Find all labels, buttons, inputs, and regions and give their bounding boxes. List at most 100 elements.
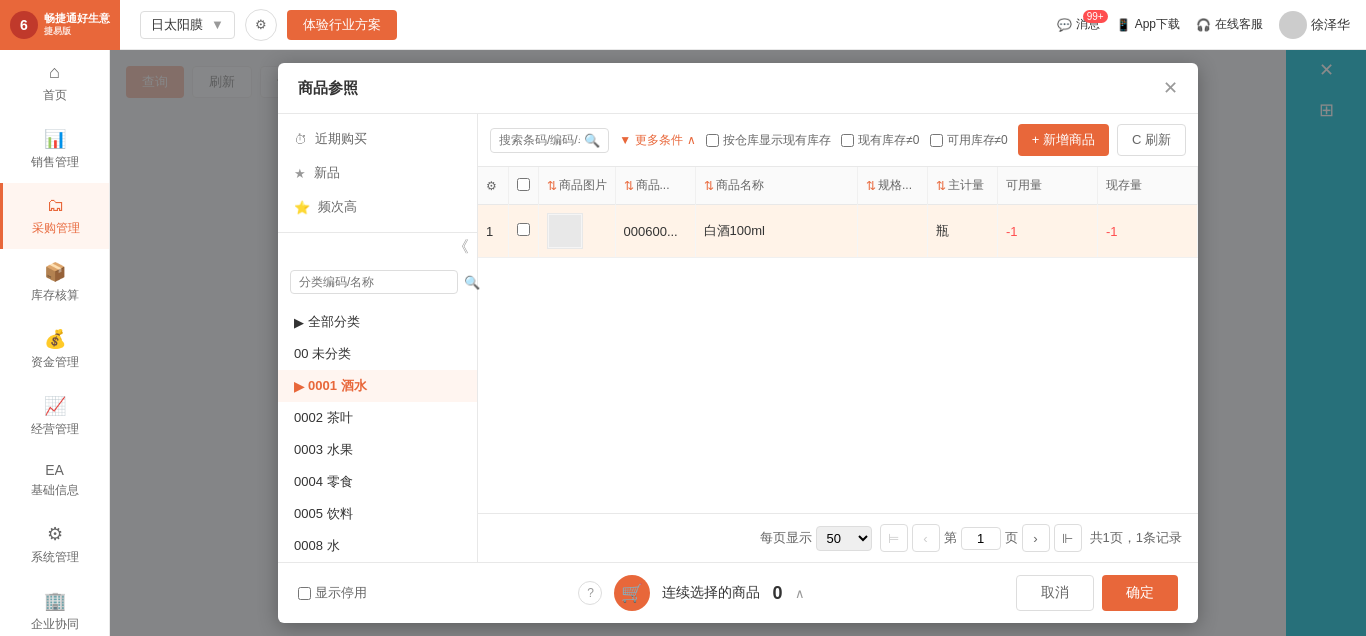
category-item-0005[interactable]: 0005 饮料: [278, 498, 477, 530]
modal-footer: 显示停用 ? 🛒 连续选择的商品 0 ∧ 取消 确定: [278, 562, 1198, 623]
page-navigation: ⊨ ‹ 第 页 › ⊩: [880, 524, 1082, 552]
prev-page-button[interactable]: ‹: [912, 524, 940, 552]
category-item-0001[interactable]: ▶ 0001 酒水: [278, 370, 477, 402]
modal-toolbar: 🔍 ▼ 更多条件 ∧ 按仓库显示现有库存: [478, 114, 1198, 167]
page-number-input[interactable]: [961, 527, 1001, 550]
app-download-button[interactable]: 📱 App下载: [1116, 16, 1180, 33]
online-service-button[interactable]: 🎧 在线客服: [1196, 16, 1263, 33]
help-icon[interactable]: ?: [578, 581, 602, 605]
stock-warehouse-checkbox[interactable]: [706, 134, 719, 147]
cancel-button[interactable]: 取消: [1016, 575, 1094, 611]
category-item-0002[interactable]: 0002 茶叶: [278, 402, 477, 434]
sidebar-item-label: 经营管理: [31, 421, 79, 438]
sort-icon: ⇅: [547, 179, 557, 193]
left-tab-new[interactable]: ★ 新品: [278, 156, 477, 190]
product-table-container: ⚙ ⇅ 商品图片: [478, 167, 1198, 513]
show-disabled-checkbox[interactable]: 显示停用: [298, 584, 367, 602]
sidebar: ⌂ 首页 📊 销售管理 🗂 采购管理 📦 库存核算 💰 资金管理 📈 经营管理 …: [0, 50, 110, 636]
settings-icon[interactable]: ⚙: [245, 9, 277, 41]
category-item-0003[interactable]: 0003 水果: [278, 434, 477, 466]
left-tab-frequent[interactable]: ⭐ 频次高: [278, 190, 477, 224]
checkbox-available-nonzero[interactable]: 现有库存≠0: [841, 132, 919, 149]
messages-button[interactable]: 💬 消息 99+: [1057, 16, 1100, 33]
footer-right: 取消 确定: [1016, 575, 1178, 611]
search-icon[interactable]: 🔍: [584, 133, 600, 148]
product-search-box: 🔍: [490, 128, 609, 153]
cell-stock: -1: [1098, 205, 1198, 258]
sidebar-item-basic[interactable]: EA 基础信息: [0, 450, 109, 511]
logo: 6 畅捷通好生意 捷易版: [0, 0, 120, 50]
sort-icon: ⇅: [866, 179, 876, 193]
category-search: 🔍: [278, 262, 477, 302]
sidebar-item-system[interactable]: ⚙ 系统管理: [0, 511, 109, 578]
category-search-input[interactable]: [290, 270, 458, 294]
col-settings[interactable]: ⚙: [478, 167, 508, 205]
add-product-button[interactable]: + 新增商品: [1018, 124, 1109, 156]
row-checkbox[interactable]: [517, 223, 530, 236]
username: 徐泽华: [1311, 16, 1350, 34]
pagination: 每页显示 50 100 200 ⊨ ‹ 第: [478, 513, 1198, 562]
col-unit: ⇅ 主计量: [928, 167, 998, 205]
main-content: 查询 刷新 设置 ✕ ⊞ 商品参照 ✕: [110, 50, 1366, 636]
refresh-button[interactable]: C 刷新: [1117, 124, 1186, 156]
sidebar-item-finance[interactable]: 💰 资金管理: [0, 316, 109, 383]
cell-spec: [858, 205, 928, 258]
mobile-icon: 📱: [1116, 18, 1131, 32]
frequent-icon: ⭐: [294, 200, 310, 215]
modal-close-button[interactable]: ✕: [1163, 77, 1178, 99]
checkbox-usable-nonzero[interactable]: 可用库存≠0: [930, 132, 1008, 149]
left-tab-recent[interactable]: ⏱ 近期购买: [278, 122, 477, 156]
home-icon: ⌂: [49, 62, 60, 83]
usable-nonzero-checkbox[interactable]: [930, 134, 943, 147]
col-image: ⇅ 商品图片: [538, 167, 615, 205]
disabled-checkbox[interactable]: [298, 587, 311, 600]
filter-icon: ▼: [619, 133, 631, 147]
category-item-all[interactable]: ▶ 全部分类: [278, 306, 477, 338]
sidebar-item-inventory[interactable]: 📦 库存核算: [0, 249, 109, 316]
checkbox-stock-warehouse[interactable]: 按仓库显示现有库存: [706, 132, 831, 149]
left-quick-tabs: ⏱ 近期购买 ★ 新品 ⭐ 频次高: [278, 114, 477, 233]
product-search-input[interactable]: [499, 133, 580, 147]
filter-button[interactable]: ▼ 更多条件 ∧: [619, 132, 696, 149]
trial-button[interactable]: 体验行业方案: [287, 10, 397, 40]
col-stock: 现存量: [1098, 167, 1198, 205]
confirm-button[interactable]: 确定: [1102, 575, 1178, 611]
collapse-left-button[interactable]: 《: [453, 237, 469, 258]
category-item-0008[interactable]: 0008 水: [278, 530, 477, 562]
page-size-selector: 每页显示 50 100 200: [760, 526, 872, 551]
cell-checkbox[interactable]: [508, 205, 538, 258]
first-page-button[interactable]: ⊨: [880, 524, 908, 552]
topbar-nav: 日太阳膜 ▼ ⚙ 体验行业方案: [120, 9, 1057, 41]
sidebar-item-enterprise[interactable]: 🏢 企业协同: [0, 578, 109, 636]
sidebar-item-label: 库存核算: [31, 287, 79, 304]
cart-button[interactable]: 🛒: [614, 575, 650, 611]
sidebar-item-sales[interactable]: 📊 销售管理: [0, 116, 109, 183]
sidebar-item-operations[interactable]: 📈 经营管理: [0, 383, 109, 450]
sidebar-item-purchase[interactable]: 🗂 采购管理: [0, 183, 109, 249]
cart-count: 0: [772, 583, 782, 604]
category-item-00[interactable]: 00 未分类: [278, 338, 477, 370]
avatar: [1279, 11, 1307, 39]
logo-sub: 捷易版: [44, 25, 110, 38]
sidebar-item-label: 首页: [43, 87, 67, 104]
topbar-branch-select[interactable]: 日太阳膜 ▼: [140, 11, 235, 39]
sidebar-item-home[interactable]: ⌂ 首页: [0, 50, 109, 116]
cell-no: 1: [478, 205, 508, 258]
sidebar-item-label: 销售管理: [31, 154, 79, 171]
last-page-button[interactable]: ⊩: [1054, 524, 1082, 552]
table-row[interactable]: 1 000600... 白酒100ml: [478, 205, 1198, 258]
collapse-footer-button[interactable]: ∧: [795, 586, 805, 601]
available-nonzero-checkbox[interactable]: [841, 134, 854, 147]
sort-icon: ⇅: [624, 179, 634, 193]
modal-overlay: 商品参照 ✕ ⏱ 近期购买 ★ 新品: [110, 50, 1366, 636]
category-item-0004[interactable]: 0004 零食: [278, 466, 477, 498]
topbar: 6 畅捷通好生意 捷易版 日太阳膜 ▼ ⚙ 体验行业方案 💬 消息 99+ 📱 …: [0, 0, 1366, 50]
sidebar-item-label: 企业协同: [31, 616, 79, 633]
page-size-select[interactable]: 50 100 200: [816, 526, 872, 551]
col-checkbox: [508, 167, 538, 205]
next-page-button[interactable]: ›: [1022, 524, 1050, 552]
select-all-checkbox[interactable]: [517, 178, 530, 191]
user-profile[interactable]: 徐泽华: [1279, 11, 1350, 39]
sales-icon: 📊: [44, 128, 66, 150]
message-badge: 99+: [1083, 10, 1108, 23]
